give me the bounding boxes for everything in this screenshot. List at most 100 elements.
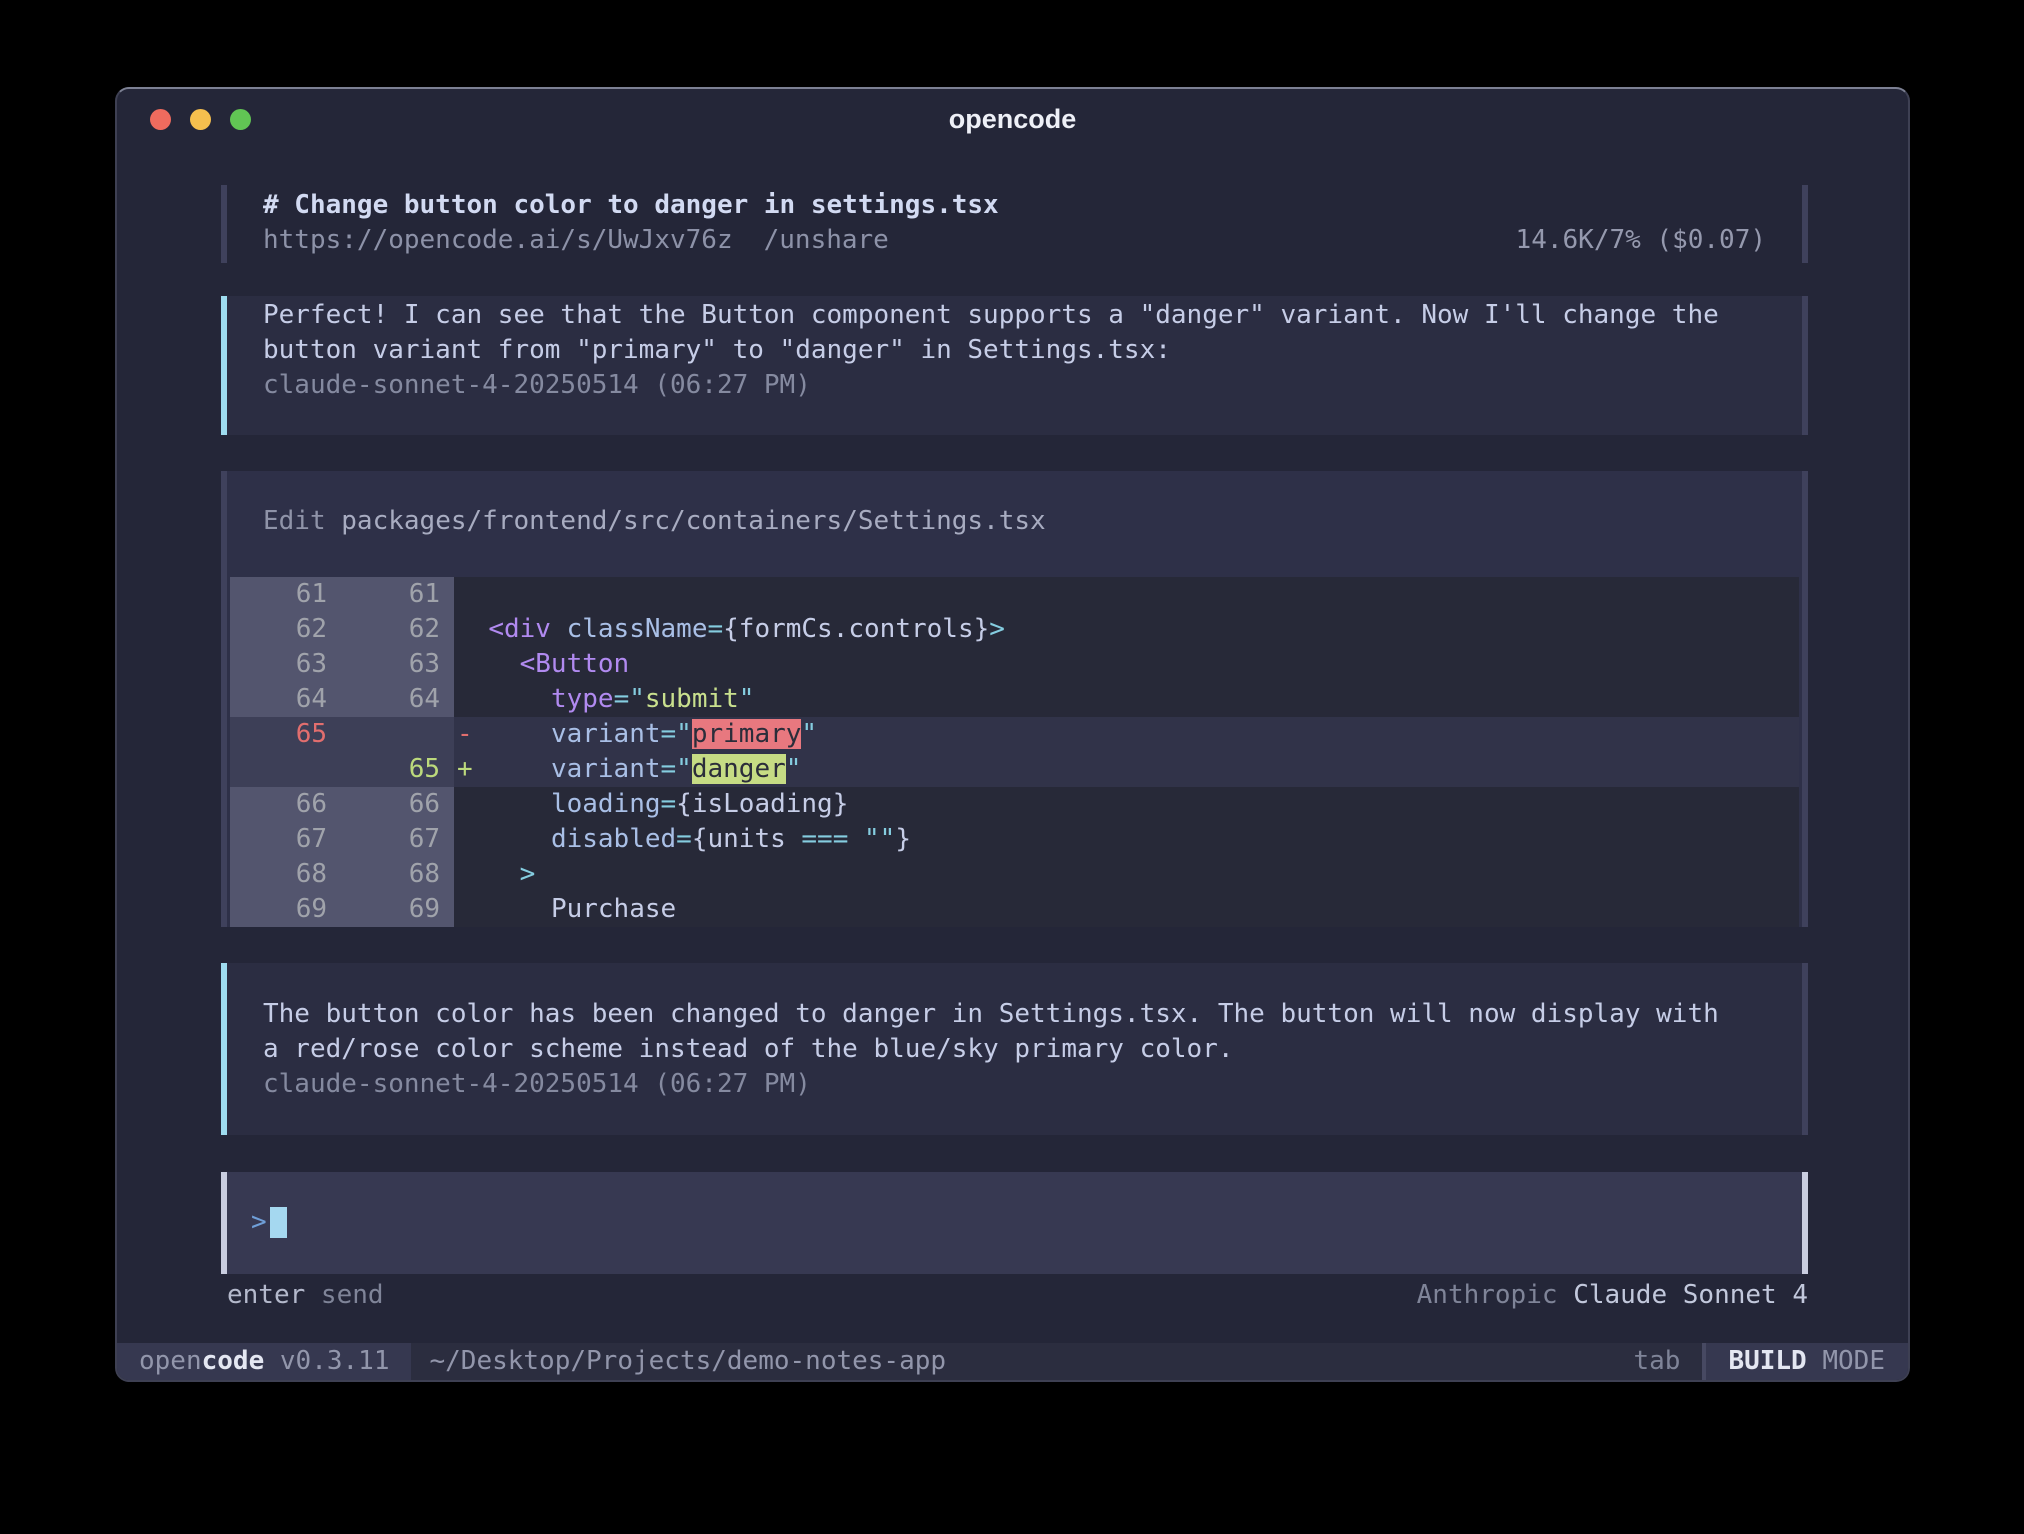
code-line: + variant="danger"	[454, 752, 1799, 787]
code-token: =	[661, 789, 677, 819]
app-name-bold: code	[202, 1344, 265, 1379]
new-line-number: 66	[343, 787, 454, 822]
diff-marker	[457, 894, 488, 924]
tab-key-hint: tab	[1633, 1344, 1680, 1379]
old-line-number: 63	[230, 647, 343, 682]
tool-name: Edit	[263, 506, 341, 536]
token-usage: 14.6K/7% ($0.07)	[1516, 223, 1766, 258]
diff-marker	[457, 614, 488, 644]
old-line-number: 62	[230, 612, 343, 647]
new-line-number: 68	[343, 857, 454, 892]
diff-marker	[457, 824, 488, 854]
code-token: "	[676, 754, 692, 784]
code-token: ===	[801, 824, 864, 854]
code-token: variant	[551, 754, 661, 784]
diff-marker	[457, 684, 488, 714]
message-model-timestamp: claude-sonnet-4-20250514 (06:27 PM)	[263, 368, 1766, 403]
code-token: <div	[488, 614, 551, 644]
diff-row: 6767 disabled={units === ""}	[230, 822, 1799, 857]
old-line-number: 68	[230, 857, 343, 892]
code-token: >	[520, 859, 536, 889]
code-token: =	[661, 754, 677, 784]
titlebar: opencode	[117, 89, 1908, 149]
message-accent-bar	[221, 963, 227, 1135]
new-line-number: 64	[343, 682, 454, 717]
code-token	[488, 789, 551, 819]
send-hint: enter send	[227, 1278, 384, 1313]
code-token: {units	[692, 824, 802, 854]
mode-chip: BUILD MODE	[1706, 1343, 1908, 1380]
prompt-input[interactable]: >	[221, 1172, 1808, 1274]
provider-label: Anthropic	[1417, 1280, 1574, 1310]
unshare-hint: /unshare	[764, 223, 889, 258]
code-token	[488, 719, 551, 749]
code-token: danger	[692, 754, 786, 784]
code-token: {isLoading}	[676, 789, 848, 819]
input-left-border	[221, 1172, 227, 1274]
code-token	[488, 649, 519, 679]
app-name-dim: open	[139, 1344, 202, 1379]
window-title: opencode	[117, 102, 1908, 137]
share-url[interactable]: https://opencode.ai/s/UwJxv76z	[263, 223, 733, 258]
diff-row: 6868 >	[230, 857, 1799, 892]
code-token: =	[707, 614, 723, 644]
diff-marker: -	[457, 719, 488, 749]
new-line-number: 63	[343, 647, 454, 682]
code-token: "	[801, 719, 817, 749]
diff-row: 65+ variant="danger"	[230, 752, 1799, 787]
code-token: {formCs.controls}	[723, 614, 989, 644]
code-token: =	[676, 824, 692, 854]
app-version-chip: opencode v0.3.11	[117, 1343, 411, 1380]
code-token: primary	[692, 719, 802, 749]
code-token: >	[989, 614, 1005, 644]
diff-marker	[457, 859, 488, 889]
diff-marker	[457, 579, 488, 609]
new-line-number: 69	[343, 892, 454, 927]
input-right-border	[1802, 1172, 1808, 1274]
code-line: type="submit"	[454, 682, 1799, 717]
old-line-number: 67	[230, 822, 343, 857]
diff-row: 6666 loading={isLoading}	[230, 787, 1799, 822]
code-line: disabled={units === ""}	[454, 822, 1799, 857]
code-token: type	[551, 684, 614, 714]
code-line: >	[454, 857, 1799, 892]
diff-row: 6363 <Button	[230, 647, 1799, 682]
code-token: =	[661, 719, 677, 749]
code-token: "	[676, 719, 692, 749]
old-line-number: 61	[230, 577, 343, 612]
new-line-number: 67	[343, 822, 454, 857]
old-line-number	[230, 752, 343, 787]
diff-row: 6969 Purchase	[230, 892, 1799, 927]
code-line: loading={isLoading}	[454, 787, 1799, 822]
old-line-number: 65	[230, 717, 343, 752]
code-token	[488, 894, 551, 924]
diff-row: 6262 <div className={formCs.controls}>	[230, 612, 1799, 647]
code-line	[454, 577, 1799, 612]
edit-title: Edit packages/frontend/src/containers/Se…	[263, 504, 1808, 539]
diff-marker	[457, 649, 488, 679]
header-left-border	[221, 185, 227, 263]
edit-left-border	[221, 471, 227, 927]
code-token: submit	[645, 684, 739, 714]
code-token: "	[739, 684, 755, 714]
code-token: disabled	[551, 824, 676, 854]
diff-row: 6464 type="submit"	[230, 682, 1799, 717]
code-token: =	[614, 684, 630, 714]
message-line: Perfect! I can see that the Button compo…	[263, 298, 1766, 333]
message-model-timestamp: claude-sonnet-4-20250514 (06:27 PM)	[263, 1067, 1766, 1102]
code-token: }	[895, 824, 911, 854]
code-token	[488, 684, 551, 714]
code-token: Purchase	[551, 894, 676, 924]
message-line: a red/rose color scheme instead of the b…	[263, 1032, 1766, 1067]
message-right-border	[1802, 296, 1808, 435]
model-label: Claude Sonnet 4	[1573, 1280, 1808, 1310]
assistant-message-1: Perfect! I can see that the Button compo…	[221, 296, 1808, 435]
mode-suffix: MODE	[1807, 1344, 1885, 1379]
working-directory: ~/Desktop/Projects/demo-notes-app	[429, 1344, 946, 1379]
code-token	[488, 754, 551, 784]
code-token: "	[786, 754, 802, 784]
message-line: The button color has been changed to dan…	[263, 997, 1766, 1032]
text-cursor	[270, 1207, 287, 1238]
code-line: Purchase	[454, 892, 1799, 927]
session-title: # Change button color to danger in setti…	[263, 188, 1766, 223]
